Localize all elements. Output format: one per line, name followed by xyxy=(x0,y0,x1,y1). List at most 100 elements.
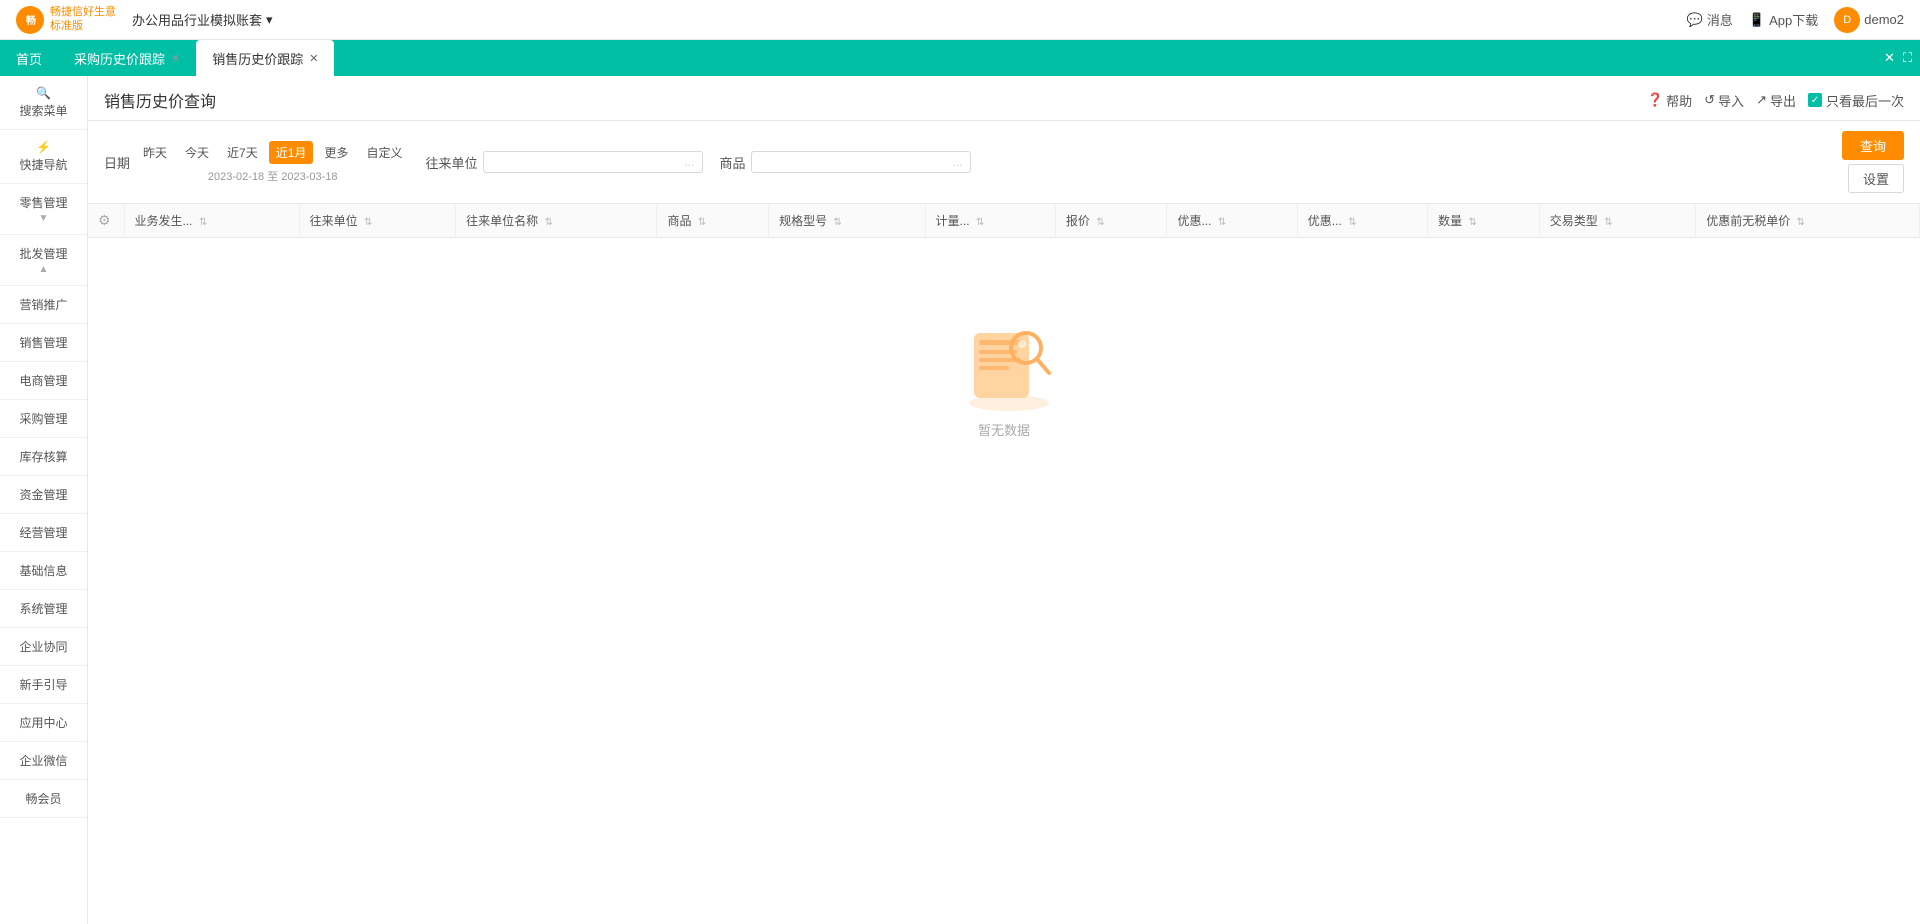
col-discount2[interactable]: 优惠... ⇅ xyxy=(1297,204,1427,238)
logo-text: 畅捷信好生意 标准版 xyxy=(50,6,116,32)
tab-purchase-close-icon[interactable]: ✕ xyxy=(171,52,180,65)
sidebar-item-search[interactable]: 🔍 搜索菜单 xyxy=(0,76,87,130)
col-unit-label: 计量... xyxy=(936,214,970,228)
tab-close-all-icon[interactable]: ✕ xyxy=(1884,50,1895,66)
partner-input-dots[interactable]: ... xyxy=(684,155,694,169)
logo-area: 畅 畅捷信好生意 标准版 xyxy=(16,6,116,34)
app-download-action[interactable]: 📱 App下载 xyxy=(1749,10,1818,29)
user-action[interactable]: D demo2 xyxy=(1834,7,1904,33)
only-last-checkbox[interactable]: ✓ 只看最后一次 xyxy=(1808,91,1904,110)
sort-arrows-qty: ⇅ xyxy=(1468,217,1476,228)
col-spec[interactable]: 规格型号 ⇅ xyxy=(769,204,925,238)
tab-sales-history[interactable]: 销售历史价跟踪 ✕ xyxy=(196,40,334,76)
date-btns-row: 昨天 今天 近7天 近1月 更多 自定义 xyxy=(136,141,409,164)
import-label: 导入 xyxy=(1718,91,1744,110)
table-header: ⚙ 业务发生... ⇅ 往来单位 ⇅ 往来单位名称 ⇅ xyxy=(88,204,1920,238)
tab-home-label: 首页 xyxy=(16,49,42,68)
chevron-down-icon: ▾ xyxy=(266,12,273,28)
col-discount1[interactable]: 优惠... ⇅ xyxy=(1167,204,1297,238)
sidebar-item-corp-wechat[interactable]: 企业微信 xyxy=(0,742,87,780)
sidebar-item-shortcut[interactable]: ⚡ 快捷导航 xyxy=(0,130,87,184)
sidebar-item-system[interactable]: 系统管理 xyxy=(0,590,87,628)
table-settings-gear-icon[interactable]: ⚙ xyxy=(98,212,111,228)
goods-input-dots[interactable]: ... xyxy=(952,155,962,169)
sidebar-item-sales[interactable]: 销售管理 xyxy=(0,324,87,362)
tab-sales-close-icon[interactable]: ✕ xyxy=(309,52,318,65)
sidebar-basic-info-label: 基础信息 xyxy=(19,562,67,579)
sidebar-item-member[interactable]: 畅会员 xyxy=(0,780,87,818)
tab-purchase-history[interactable]: 采购历史价跟踪 ✕ xyxy=(58,40,196,76)
settings-button[interactable]: 设置 xyxy=(1848,164,1904,193)
query-button[interactable]: 查询 xyxy=(1842,131,1904,160)
only-last-label: 只看最后一次 xyxy=(1826,91,1904,110)
sidebar-item-wholesale[interactable]: 批发管理 ▲ xyxy=(0,235,87,286)
col-biz-date[interactable]: 业务发生... ⇅ xyxy=(124,204,299,238)
sidebar-system-label: 系统管理 xyxy=(19,600,67,617)
goods-input-wrap[interactable]: ... xyxy=(751,151,971,173)
shortcut-icon: ⚡ xyxy=(36,140,51,154)
date-btn-more[interactable]: 更多 xyxy=(317,141,355,164)
sidebar-item-ecommerce[interactable]: 电商管理 xyxy=(0,362,87,400)
workspace-selector[interactable]: 办公用品行业模拟账套 ▾ xyxy=(124,10,281,29)
col-partner-name-label: 往来单位名称 xyxy=(466,214,538,228)
sidebar-item-operations[interactable]: 经营管理 xyxy=(0,514,87,552)
message-action[interactable]: 💬 消息 xyxy=(1687,10,1733,29)
col-unit[interactable]: 计量... ⇅ xyxy=(925,204,1055,238)
tab-fullscreen-icon[interactable]: ⛶ xyxy=(1903,50,1912,66)
sidebar-item-retail[interactable]: 零售管理 ▼ xyxy=(0,184,87,235)
app-download-label: App下载 xyxy=(1769,10,1818,29)
col-pre-tax-price[interactable]: 优惠前无税单价 ⇅ xyxy=(1696,204,1920,238)
data-table: ⚙ 业务发生... ⇅ 往来单位 ⇅ 往来单位名称 ⇅ xyxy=(88,204,1920,238)
sidebar-item-purchase[interactable]: 采购管理 xyxy=(0,400,87,438)
sidebar-item-marketing[interactable]: 营销推广 xyxy=(0,286,87,324)
sidebar-sales-label: 销售管理 xyxy=(19,334,67,351)
message-label: 消息 xyxy=(1707,10,1733,29)
col-tx-type-label: 交易类型 xyxy=(1550,214,1598,228)
col-qty[interactable]: 数量 ⇅ xyxy=(1428,204,1540,238)
chevron-up-icon: ▲ xyxy=(39,264,49,275)
partner-input-wrap[interactable]: ... xyxy=(483,151,703,173)
col-settings: ⚙ xyxy=(88,204,124,238)
sidebar: 🔍 搜索菜单 ⚡ 快捷导航 零售管理 ▼ 批发管理 ▲ 营销推广 销售管理 电商… xyxy=(0,76,88,924)
date-btn-today[interactable]: 今天 xyxy=(178,141,216,164)
sidebar-corp-wechat-label: 企业微信 xyxy=(19,752,67,769)
col-partner-name[interactable]: 往来单位名称 ⇅ xyxy=(456,204,657,238)
sort-arrows-unit: ⇅ xyxy=(976,217,984,228)
sidebar-item-finance[interactable]: 资金管理 xyxy=(0,476,87,514)
tab-home[interactable]: 首页 xyxy=(0,40,58,76)
col-partner-code[interactable]: 往来单位 ⇅ xyxy=(299,204,455,238)
col-price[interactable]: 报价 ⇅ xyxy=(1055,204,1167,238)
tab-controls: ✕ ⛶ xyxy=(1876,50,1920,66)
help-icon: ❓ xyxy=(1647,92,1663,108)
sidebar-item-inventory[interactable]: 库存核算 xyxy=(0,438,87,476)
help-action[interactable]: ❓ 帮助 xyxy=(1647,91,1692,110)
tab-purchase-label: 采购历史价跟踪 xyxy=(74,49,165,68)
col-discount1-label: 优惠... xyxy=(1177,214,1211,228)
date-btn-1month[interactable]: 近1月 xyxy=(269,141,314,164)
sidebar-purchase-label: 采购管理 xyxy=(19,410,67,427)
date-btn-custom[interactable]: 自定义 xyxy=(359,141,409,164)
mobile-icon: 📱 xyxy=(1749,12,1765,28)
sidebar-item-enterprise[interactable]: 企业协同 xyxy=(0,628,87,666)
sidebar-item-basic-info[interactable]: 基础信息 xyxy=(0,552,87,590)
sidebar-enterprise-label: 企业协同 xyxy=(19,638,67,655)
goods-input[interactable] xyxy=(760,155,952,169)
col-spec-label: 规格型号 xyxy=(779,214,827,228)
sidebar-app-center-label: 应用中心 xyxy=(19,714,67,731)
content-area: 销售历史价查询 ❓ 帮助 ↺ 导入 ↗ 导出 ✓ 只看最后一次 xyxy=(88,76,1920,924)
export-action[interactable]: ↗ 导出 xyxy=(1756,91,1796,110)
col-tx-type[interactable]: 交易类型 ⇅ xyxy=(1539,204,1695,238)
top-bar: 畅 畅捷信好生意 标准版 办公用品行业模拟账套 ▾ 💬 消息 📱 App下载 D… xyxy=(0,0,1920,40)
sidebar-retail-label: 零售管理 xyxy=(19,194,67,211)
date-btn-yesterday[interactable]: 昨天 xyxy=(136,141,174,164)
partner-input[interactable] xyxy=(492,155,684,169)
date-btn-7days[interactable]: 近7天 xyxy=(220,141,265,164)
sidebar-item-newbie[interactable]: 新手引导 xyxy=(0,666,87,704)
import-icon: ↺ xyxy=(1704,92,1715,108)
col-qty-label: 数量 xyxy=(1438,214,1462,228)
col-goods[interactable]: 商品 ⇅ xyxy=(657,204,769,238)
import-action[interactable]: ↺ 导入 xyxy=(1704,91,1744,110)
filter-bar: 日期 昨天 今天 近7天 近1月 更多 自定义 2023-02-18 至 202… xyxy=(88,121,1920,204)
goods-filter-group: 商品 ... xyxy=(719,151,971,173)
sidebar-item-app-center[interactable]: 应用中心 xyxy=(0,704,87,742)
